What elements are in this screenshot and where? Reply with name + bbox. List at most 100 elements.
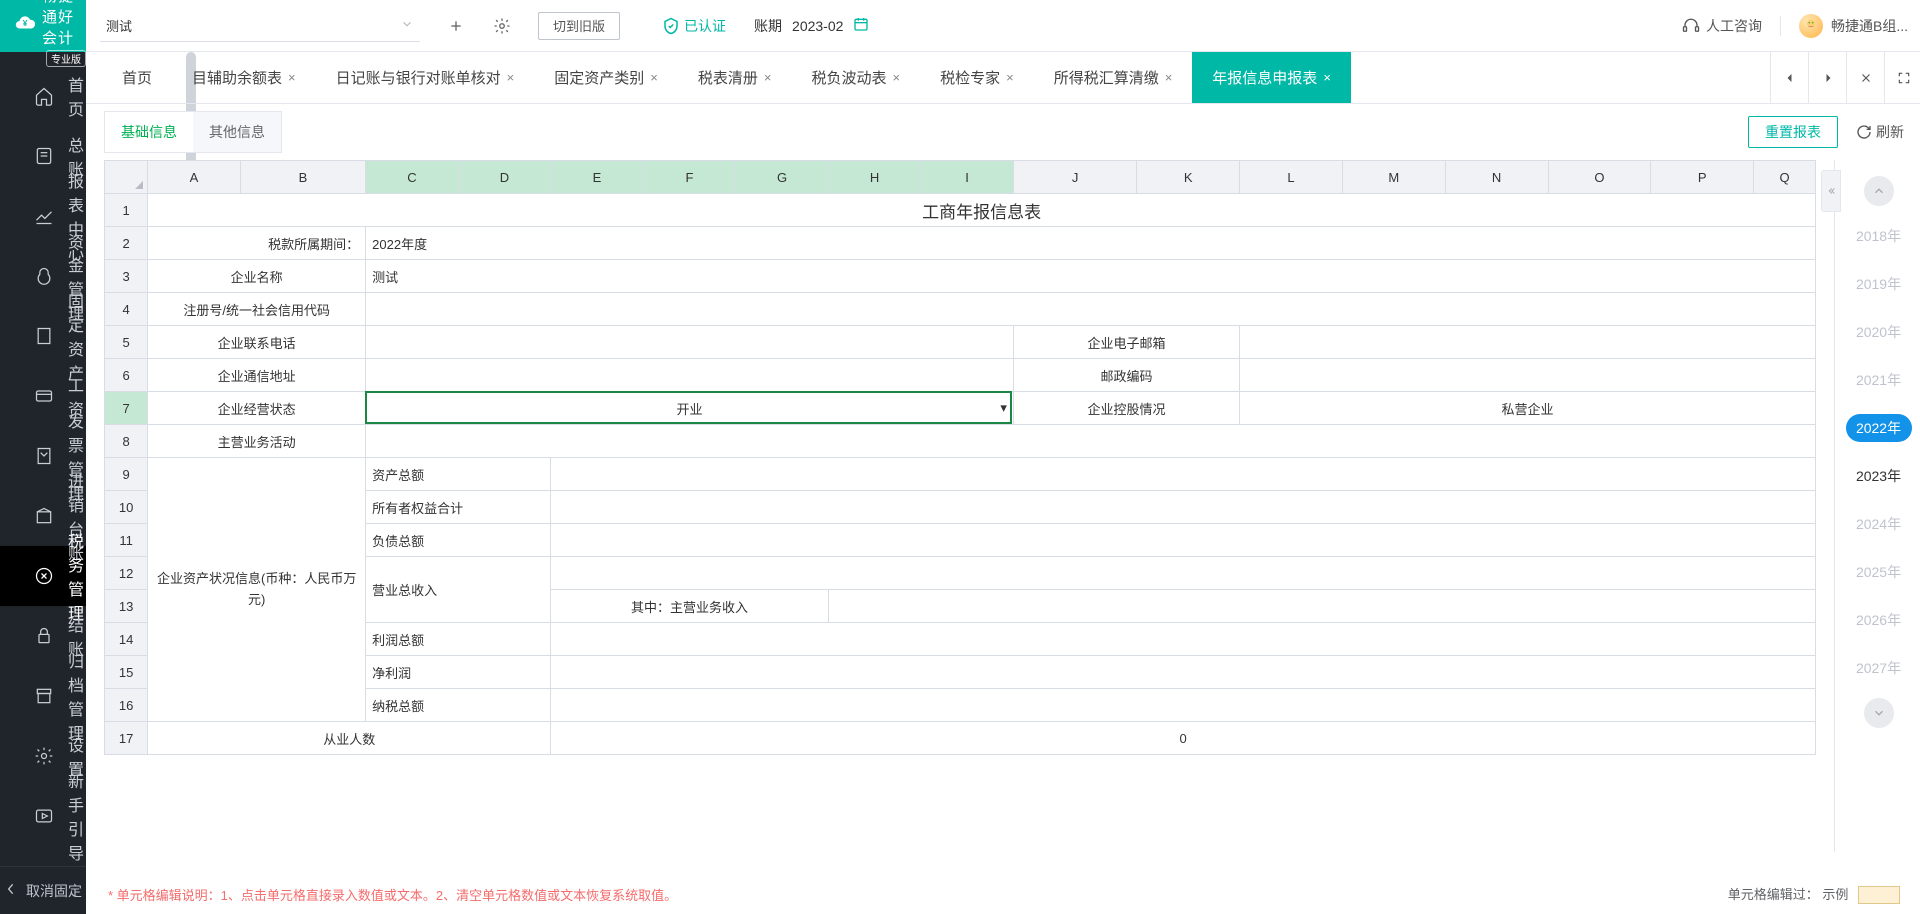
refresh-button[interactable]: 刷新 bbox=[1856, 122, 1904, 142]
cell[interactable] bbox=[551, 689, 1816, 722]
row-2[interactable]: 2 bbox=[105, 227, 148, 260]
accounting-period[interactable]: 账期 2023-02 bbox=[754, 16, 869, 36]
select-all-corner[interactable] bbox=[105, 161, 148, 194]
row-8[interactable]: 8 bbox=[105, 425, 148, 458]
row-15[interactable]: 15 bbox=[105, 656, 148, 689]
col-H[interactable]: H bbox=[828, 161, 921, 194]
col-I[interactable]: I bbox=[921, 161, 1014, 194]
row-12[interactable]: 12 bbox=[105, 557, 148, 590]
cell-equity[interactable]: 所有者权益合计 bbox=[366, 491, 551, 524]
tab-close-all[interactable] bbox=[1846, 52, 1884, 103]
subtab-basic[interactable]: 基础信息 bbox=[105, 112, 193, 152]
cell-addr-label[interactable]: 企业通信地址 bbox=[148, 359, 366, 392]
close-icon[interactable]: × bbox=[1165, 70, 1173, 85]
cell-holding-label[interactable]: 企业控股情况 bbox=[1013, 392, 1239, 425]
year-2026[interactable]: 2026年 bbox=[1835, 596, 1920, 644]
tab-scroll-right[interactable] bbox=[1808, 52, 1846, 103]
cell-phone-label[interactable]: 企业联系电话 bbox=[148, 326, 366, 359]
tab-taxbook[interactable]: 税表清册× bbox=[678, 52, 792, 103]
tab-fullscreen[interactable] bbox=[1884, 52, 1920, 103]
cell-total-assets[interactable]: 资产总额 bbox=[366, 458, 551, 491]
col-N[interactable]: N bbox=[1445, 161, 1548, 194]
col-D[interactable]: D bbox=[458, 161, 551, 194]
close-icon[interactable]: × bbox=[1323, 70, 1331, 85]
col-Q[interactable]: Q bbox=[1754, 161, 1816, 194]
cell-status-label[interactable]: 企业经营状态 bbox=[148, 392, 366, 425]
year-2027[interactable]: 2027年 bbox=[1835, 644, 1920, 692]
horizontal-scrollbar[interactable] bbox=[104, 852, 1904, 870]
col-J[interactable]: J bbox=[1013, 161, 1136, 194]
year-collapse[interactable] bbox=[1821, 170, 1841, 212]
cell-mainbiz-value[interactable] bbox=[366, 425, 1816, 458]
row-3[interactable]: 3 bbox=[105, 260, 148, 293]
cell-holding-value[interactable]: 私营企业 bbox=[1240, 392, 1816, 425]
tab-journal[interactable]: 日记账与银行对账单核对× bbox=[316, 52, 535, 103]
cell-employees-value[interactable]: 0 bbox=[551, 722, 1816, 755]
row-13[interactable]: 13 bbox=[105, 590, 148, 623]
row-10[interactable]: 10 bbox=[105, 491, 148, 524]
cell[interactable] bbox=[551, 623, 1816, 656]
cell-period-value[interactable]: 2022年度 bbox=[366, 227, 1816, 260]
cell-liab[interactable]: 负债总额 bbox=[366, 524, 551, 557]
year-2023[interactable]: 2023年 bbox=[1835, 452, 1920, 500]
year-2025[interactable]: 2025年 bbox=[1835, 548, 1920, 596]
subtab-other[interactable]: 其他信息 bbox=[193, 112, 281, 152]
nav-assets[interactable]: 固定资产 bbox=[0, 306, 86, 366]
cell-mainbiz-label[interactable]: 主营业务活动 bbox=[148, 425, 366, 458]
sidebar-unpin[interactable]: 取消固定 bbox=[0, 866, 86, 914]
row-4[interactable]: 4 bbox=[105, 293, 148, 326]
year-2018[interactable]: 2018年 bbox=[1835, 212, 1920, 260]
user-menu[interactable]: 畅捷通B组... bbox=[1799, 14, 1908, 38]
row-6[interactable]: 6 bbox=[105, 359, 148, 392]
close-icon[interactable]: × bbox=[1006, 70, 1014, 85]
cell-reg-label[interactable]: 注册号/统一社会信用代码 bbox=[148, 293, 366, 326]
col-B[interactable]: B bbox=[240, 161, 365, 194]
year-up[interactable] bbox=[1864, 176, 1894, 206]
cell[interactable] bbox=[551, 491, 1816, 524]
year-down[interactable] bbox=[1864, 698, 1894, 728]
cell-profit[interactable]: 利润总额 bbox=[366, 623, 551, 656]
cell-email-value[interactable] bbox=[1240, 326, 1816, 359]
tab-assetcat[interactable]: 固定资产类别× bbox=[534, 52, 678, 103]
sheet-title[interactable]: 工商年报信息表 bbox=[148, 194, 1816, 227]
col-M[interactable]: M bbox=[1342, 161, 1445, 194]
tab-taxexpert[interactable]: 税检专家× bbox=[920, 52, 1034, 103]
cell[interactable] bbox=[828, 590, 1815, 623]
col-L[interactable]: L bbox=[1240, 161, 1343, 194]
cell-mainrev[interactable]: 其中：主营业务收入 bbox=[551, 590, 829, 623]
cell-email-label[interactable]: 企业电子邮箱 bbox=[1013, 326, 1239, 359]
nav-archive[interactable]: 归档管理 bbox=[0, 666, 86, 726]
year-2020[interactable]: 2020年 bbox=[1835, 308, 1920, 356]
year-2021[interactable]: 2021年 bbox=[1835, 356, 1920, 404]
cell[interactable] bbox=[551, 656, 1816, 689]
row-14[interactable]: 14 bbox=[105, 623, 148, 656]
tab-annual[interactable]: 年报信息申报表× bbox=[1192, 52, 1351, 103]
col-C[interactable]: C bbox=[366, 161, 459, 194]
cell-tax[interactable]: 纳税总额 bbox=[366, 689, 551, 722]
tab-incometax[interactable]: 所得税汇算清缴× bbox=[1034, 52, 1193, 103]
row-17[interactable]: 17 bbox=[105, 722, 148, 755]
cell-revenue[interactable]: 营业总收入 bbox=[366, 557, 551, 623]
row-9[interactable]: 9 bbox=[105, 458, 148, 491]
cell-phone-value[interactable] bbox=[366, 326, 1014, 359]
cell-co-name-value[interactable]: 测试 bbox=[366, 260, 1816, 293]
cell-netprofit[interactable]: 净利润 bbox=[366, 656, 551, 689]
year-2019[interactable]: 2019年 bbox=[1835, 260, 1920, 308]
row-11[interactable]: 11 bbox=[105, 524, 148, 557]
cell-asset-section[interactable]: 企业资产状况信息(币种：人民币万元) bbox=[148, 458, 366, 722]
col-O[interactable]: O bbox=[1548, 161, 1651, 194]
row-1[interactable]: 1 bbox=[105, 194, 148, 227]
row-16[interactable]: 16 bbox=[105, 689, 148, 722]
dropdown-icon[interactable]: ▾ bbox=[1000, 400, 1007, 416]
col-F[interactable]: F bbox=[643, 161, 736, 194]
col-A[interactable]: A bbox=[148, 161, 241, 194]
nav-tax[interactable]: 税务管理 bbox=[0, 546, 86, 606]
close-icon[interactable]: × bbox=[650, 70, 658, 85]
col-P[interactable]: P bbox=[1651, 161, 1754, 194]
col-G[interactable]: G bbox=[736, 161, 829, 194]
row-5[interactable]: 5 bbox=[105, 326, 148, 359]
spreadsheet[interactable]: A B C D E F G H I J K L M N O bbox=[86, 160, 1834, 852]
cell-period-label[interactable]: 税款所属期间： bbox=[148, 227, 366, 260]
cell[interactable] bbox=[551, 524, 1816, 557]
settings-button[interactable] bbox=[492, 16, 512, 36]
